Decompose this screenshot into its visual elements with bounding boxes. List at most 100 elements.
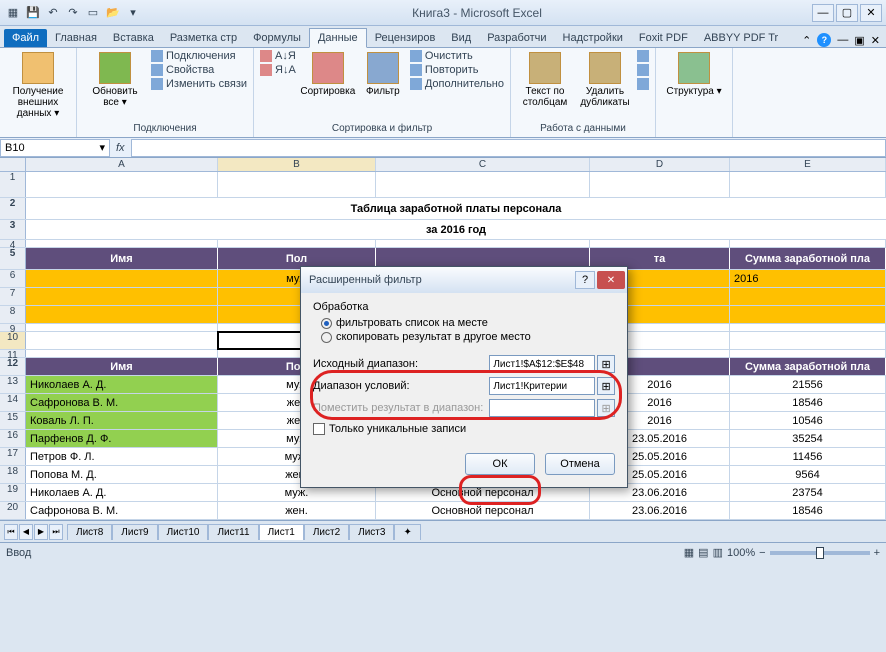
cell-name[interactable]: Николаев А. Д. [26,376,218,393]
cell-date[interactable]: 23.06.2016 [590,502,730,519]
minimize-button[interactable]: — [812,4,834,22]
sheet-tab[interactable]: Лист1 [259,524,304,540]
filter-button[interactable]: Фильтр [360,50,406,99]
doc-close-icon[interactable]: ✕ [871,34,880,47]
clear-filter-item[interactable]: Очистить [410,50,504,62]
tab-view[interactable]: Вид [443,29,479,47]
zoom-out-button[interactable]: − [759,547,765,559]
refresh-all-button[interactable]: Обновить все ▾ [83,50,147,110]
edit-links-item[interactable]: Изменить связи [151,78,247,90]
dialog-help-button[interactable]: ? [575,271,595,289]
tab-review[interactable]: Рецензиров [367,29,444,47]
close-button[interactable]: ✕ [860,4,882,22]
col-header-a[interactable]: A [26,158,218,171]
cell-salary[interactable]: 21556 [730,376,886,393]
row-header[interactable]: 11 [0,350,26,357]
row-header[interactable]: 10 [0,332,26,349]
help-icon[interactable]: ? [817,33,831,47]
row-header[interactable]: 6 [0,270,26,287]
properties-item[interactable]: Свойства [151,64,247,76]
undo-icon[interactable]: ↶ [44,4,62,22]
cell-name[interactable]: Парфенов Д. Ф. [26,430,218,447]
row-header[interactable]: 8 [0,306,26,323]
cell-salary[interactable]: 9564 [730,466,886,483]
cell-salary[interactable]: 35254 [730,430,886,447]
cell-salary[interactable]: 18546 [730,502,886,519]
row-header[interactable]: 20 [0,502,26,519]
sheet-tab[interactable]: Лист2 [304,524,349,540]
prev-sheet-button[interactable]: ◀ [19,524,33,540]
chevron-down-icon[interactable]: ▾ [99,141,105,154]
row-header[interactable]: 16 [0,430,26,447]
minimize-ribbon-icon[interactable]: ⌃ [802,34,811,47]
row-header[interactable]: 12 [0,358,26,375]
view-normal-icon[interactable]: ▦ [684,546,694,559]
col-header-e[interactable]: E [730,158,886,171]
row-header[interactable]: 5 [0,248,26,269]
remove-dupes-button[interactable]: Удалить дубликаты [577,50,633,110]
row-header[interactable]: 9 [0,324,26,331]
sheet-tab[interactable]: Лист10 [158,524,209,540]
consolidate-icon[interactable] [637,64,649,76]
sheet-tab[interactable]: Лист11 [208,524,258,540]
row-header[interactable]: 19 [0,484,26,501]
fx-icon[interactable]: fx [116,142,125,154]
cell-salary[interactable]: 23754 [730,484,886,501]
validation-icon[interactable] [637,50,649,62]
tab-foxit[interactable]: Foxit PDF [631,29,696,47]
range-select-icon[interactable]: ⊞ [597,355,615,373]
cell-name[interactable]: Попова М. Д. [26,466,218,483]
row-header[interactable]: 2 [0,198,26,219]
criteria-range-input[interactable] [489,377,595,395]
sort-az-button[interactable]: А↓Я [260,50,296,62]
sort-za-button[interactable]: Я↓А [260,64,296,76]
text-to-cols-button[interactable]: Текст по столбцам [517,50,573,110]
save-icon[interactable]: 💾 [24,4,42,22]
list-range-input[interactable] [489,355,595,373]
cell-name[interactable]: Коваль Л. П. [26,412,218,429]
unique-records-checkbox[interactable]: Только уникальные записи [313,423,615,435]
select-all-corner[interactable] [0,158,26,171]
doc-min-icon[interactable]: — [837,34,848,46]
tab-insert[interactable]: Вставка [105,29,162,47]
tab-formulas[interactable]: Формулы [245,29,309,47]
zoom-in-button[interactable]: + [874,547,880,559]
redo-icon[interactable]: ↷ [64,4,82,22]
connections-item[interactable]: Подключения [151,50,247,62]
tab-abbyy[interactable]: ABBYY PDF Tr [696,29,786,47]
open-icon[interactable]: 📂 [104,4,122,22]
new-sheet-button[interactable]: ✦ [394,524,420,540]
whatif-icon[interactable] [637,78,649,90]
dialog-close-button[interactable]: ✕ [597,271,625,289]
row-header[interactable]: 13 [0,376,26,393]
row-header[interactable]: 15 [0,412,26,429]
tab-data[interactable]: Данные [309,28,367,48]
col-header-b[interactable]: B [218,158,376,171]
row-header[interactable]: 14 [0,394,26,411]
tab-home[interactable]: Главная [47,29,105,47]
excel-icon[interactable]: ▦ [4,4,22,22]
cell-salary[interactable]: 18546 [730,394,886,411]
row-header[interactable]: 17 [0,448,26,465]
cell-name[interactable]: Сафронова В. М. [26,502,218,519]
more-icon[interactable]: ▾ [124,4,142,22]
cell-salary[interactable]: 11456 [730,448,886,465]
ok-button[interactable]: ОК [465,453,535,475]
tab-addins[interactable]: Надстройки [555,29,631,47]
radio-copy-to[interactable]: скопировать результат в другое место [321,331,615,343]
external-data-button[interactable]: Получение внешних данных ▾ [6,50,70,121]
new-icon[interactable]: ▭ [84,4,102,22]
row-header[interactable]: 1 [0,172,26,197]
formula-input[interactable] [131,139,886,157]
cell-name[interactable]: Сафронова В. М. [26,394,218,411]
row-header[interactable]: 7 [0,288,26,305]
sheet-tab[interactable]: Лист8 [67,524,112,540]
cell-category[interactable]: Основной персонал [376,502,590,519]
view-layout-icon[interactable]: ▤ [698,546,708,559]
zoom-slider[interactable] [770,551,870,555]
doc-restore-icon[interactable]: ▣ [854,34,864,47]
sheet-tab[interactable]: Лист3 [349,524,394,540]
name-box[interactable]: B10▾ [0,139,110,157]
sort-button[interactable]: Сортировка [300,50,356,99]
cell-salary[interactable]: 10546 [730,412,886,429]
